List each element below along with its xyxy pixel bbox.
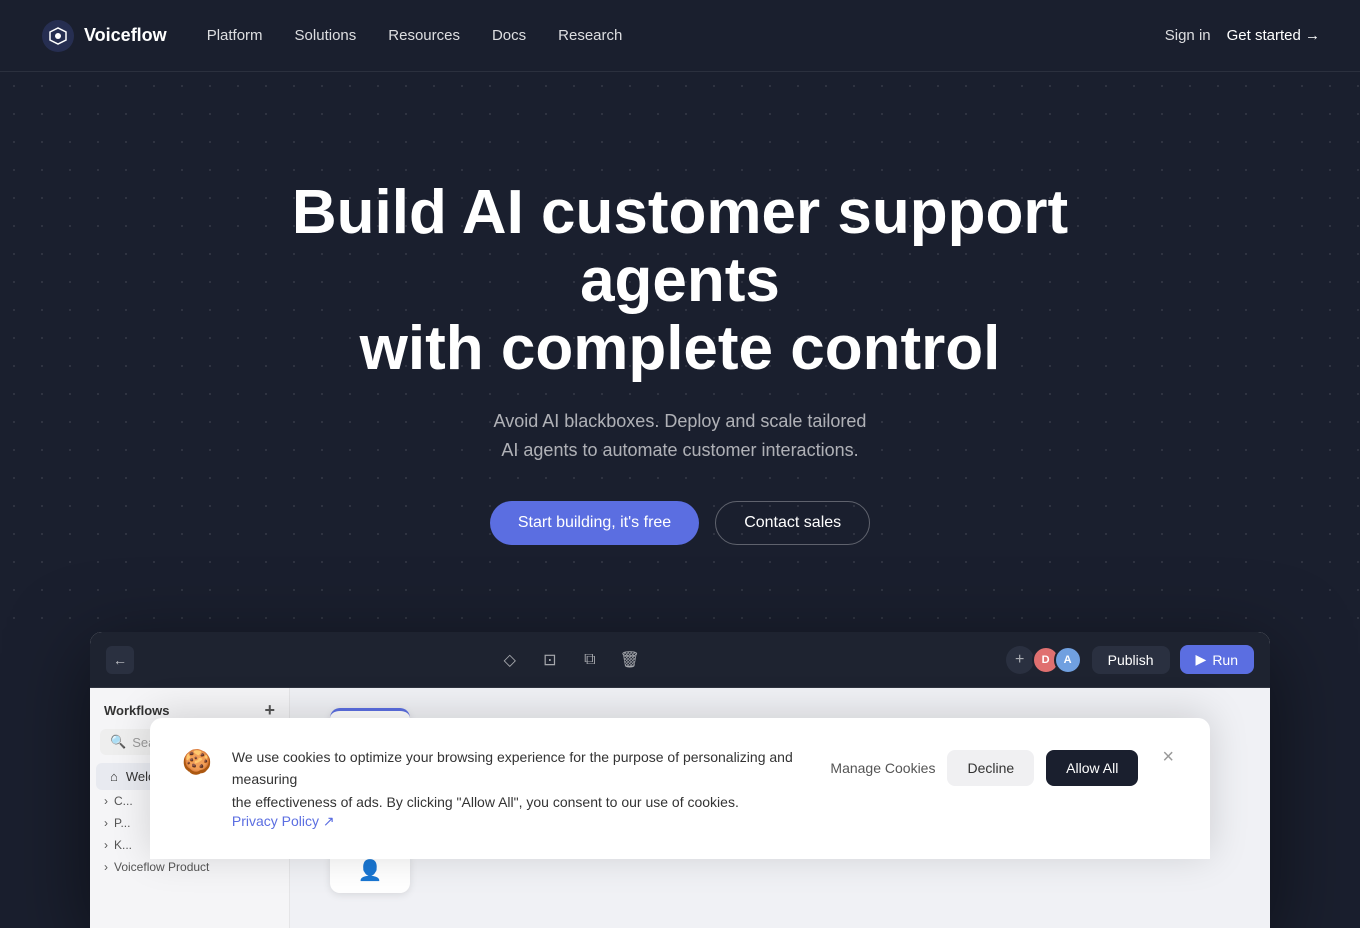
run-play-icon: ▶	[1196, 651, 1207, 668]
nav-link-platform[interactable]: Platform	[207, 23, 263, 48]
app-back-button[interactable]: ←	[106, 646, 134, 674]
toolbar-icon-diamond[interactable]: ◇	[494, 644, 526, 676]
logo-text: Voiceflow	[84, 25, 167, 46]
logo[interactable]: Voiceflow	[40, 18, 167, 54]
avatar-a: A	[1054, 646, 1082, 674]
sidebar-item-voiceflow-product[interactable]: › Voiceflow Product	[90, 856, 289, 878]
nav-link-resources[interactable]: Resources	[388, 23, 460, 48]
add-collaborator-button[interactable]: +	[1006, 646, 1034, 674]
toolbar-icon-delete[interactable]: 🗑	[614, 644, 646, 676]
app-toolbar: ◇ ⊡ ⧉ 🗑	[146, 644, 994, 676]
contact-sales-button[interactable]: Contact sales	[715, 501, 870, 545]
toolbar-icon-copy[interactable]: ⧉	[574, 644, 606, 676]
chevron-right-icon-c: ›	[104, 794, 108, 808]
navbar: Voiceflow Platform Solutions Resources D…	[0, 0, 1360, 72]
cookie-icon: 🍪	[182, 748, 212, 777]
cookie-close-button[interactable]: ×	[1158, 746, 1178, 769]
app-topbar-right: + D A Publish ▶ Run	[1006, 645, 1254, 674]
hero-subtitle: Avoid AI blackboxes. Deploy and scale ta…	[494, 407, 867, 465]
run-button[interactable]: ▶ Run	[1180, 645, 1254, 674]
decline-button[interactable]: Decline	[947, 750, 1034, 786]
nav-link-research[interactable]: Research	[558, 23, 622, 48]
chevron-right-icon-k: ›	[104, 838, 108, 852]
publish-button[interactable]: Publish	[1092, 646, 1170, 674]
cookie-text: We use cookies to optimize your browsing…	[232, 746, 811, 813]
cookie-actions: Manage Cookies Decline Allow All	[830, 750, 1138, 786]
allow-all-button[interactable]: Allow All	[1046, 750, 1138, 786]
search-icon: 🔍	[110, 734, 126, 750]
hero-cta-buttons: Start building, it's free Contact sales	[490, 501, 870, 545]
chevron-right-icon-vp: ›	[104, 860, 108, 874]
get-started-button[interactable]: Get started →	[1227, 27, 1320, 44]
cookie-content: We use cookies to optimize your browsing…	[232, 746, 811, 831]
signin-link[interactable]: Sign in	[1165, 27, 1211, 44]
nav-actions: Sign in Get started →	[1165, 27, 1320, 44]
privacy-policy-link[interactable]: Privacy Policy ↗	[232, 813, 335, 829]
home-icon: ⌂	[110, 769, 118, 784]
chevron-right-icon-p: ›	[104, 816, 108, 830]
nav-links: Platform Solutions Resources Docs Resear…	[207, 23, 1165, 48]
app-topbar: ← ◇ ⊡ ⧉ 🗑 + D A Publish ▶ Run	[90, 632, 1270, 688]
node-person-icon: 👤	[358, 858, 383, 883]
hero-section: Build AI customer support agents with co…	[0, 72, 1360, 632]
start-building-button[interactable]: Start building, it's free	[490, 501, 699, 545]
app-avatars: + D A	[1006, 646, 1082, 674]
nav-link-solutions[interactable]: Solutions	[295, 23, 357, 48]
manage-cookies-link[interactable]: Manage Cookies	[830, 760, 935, 776]
nav-link-docs[interactable]: Docs	[492, 23, 526, 48]
toolbar-icon-layout[interactable]: ⊡	[534, 644, 566, 676]
cookie-banner: 🍪 We use cookies to optimize your browsi…	[150, 718, 1210, 859]
hero-title: Build AI customer support agents with co…	[230, 179, 1130, 384]
